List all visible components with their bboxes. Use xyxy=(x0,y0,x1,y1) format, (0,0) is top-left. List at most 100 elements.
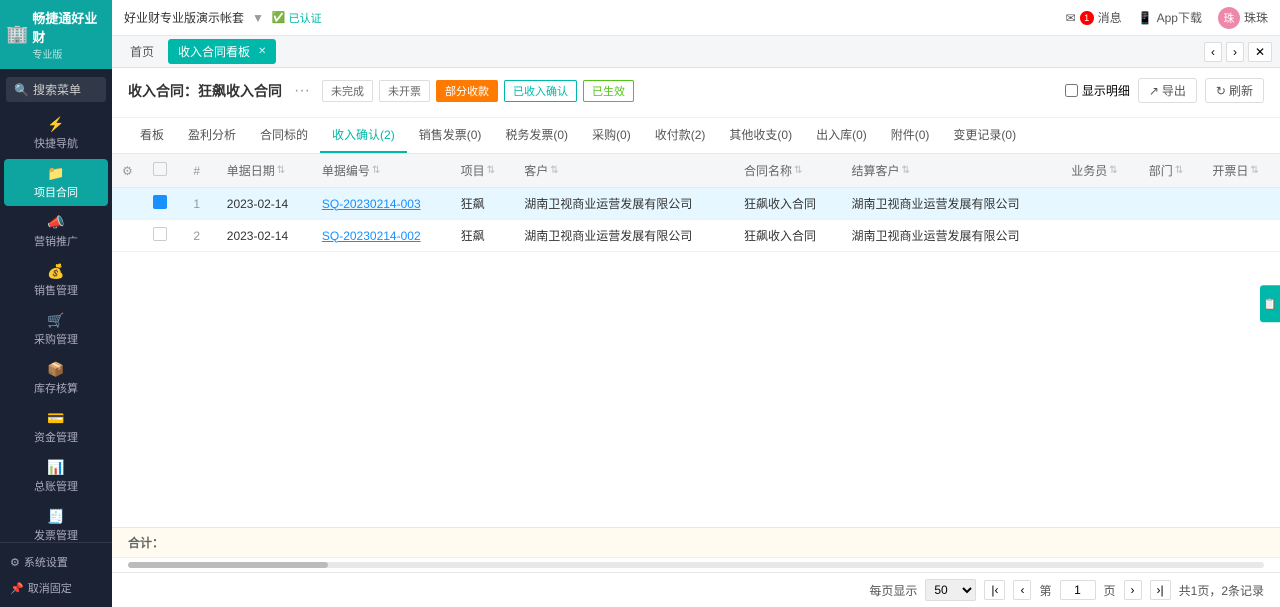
current-page-input[interactable]: 1 xyxy=(1060,580,1096,600)
tab-contract-board[interactable]: 收入合同看板 ✕ xyxy=(168,39,276,64)
tab-close-all-button[interactable]: ✕ xyxy=(1248,42,1272,62)
sidebar-item-label: 快捷导航 xyxy=(34,135,78,151)
row-checkbox[interactable] xyxy=(143,220,177,252)
side-action-icon: 📋 xyxy=(1264,297,1277,310)
th-open-date[interactable]: 开票日⇅ xyxy=(1202,154,1280,188)
prev-page-button[interactable]: ‹ xyxy=(1013,580,1031,600)
sub-tab-tax-invoice[interactable]: 税务发票(0) xyxy=(493,118,580,153)
more-icon[interactable]: ··· xyxy=(294,82,310,100)
scrollbar-track[interactable] xyxy=(128,562,1264,568)
megaphone-icon: 📣 xyxy=(47,214,64,231)
detail-checkbox-input[interactable] xyxy=(1065,84,1078,97)
sidebar-item-finance[interactable]: 💳 资金管理 xyxy=(4,404,108,451)
topbar-left: 好业财专业版演示帐套 ▼ ✅ 已认证 xyxy=(124,9,322,26)
sub-tab-other[interactable]: 其他收支(0) xyxy=(717,118,804,153)
sidebar-item-inventory[interactable]: 📦 库存核算 xyxy=(4,355,108,402)
status-tag-partial-payment[interactable]: 部分收款 xyxy=(436,80,498,102)
row-order-no[interactable]: SQ-20230214-003 xyxy=(312,188,451,220)
sidebar-item-settings[interactable]: ⚙ 系统设置 xyxy=(6,549,106,575)
per-page-select[interactable]: 50 100 200 xyxy=(925,579,976,601)
side-action-button[interactable]: 📋 xyxy=(1260,285,1280,322)
logo-icon: 🏢 xyxy=(6,24,28,45)
select-all-checkbox[interactable] xyxy=(153,162,167,176)
verified-badge: ✅ 已认证 xyxy=(272,10,322,26)
th-customer[interactable]: 客户⇅ xyxy=(514,154,734,188)
data-table: ⚙ # 单据日期⇅ 单据编号⇅ 项目⇅ 客户⇅ xyxy=(112,154,1280,252)
sub-tab-payment[interactable]: 收付款(2) xyxy=(643,118,718,153)
tab-close-icon[interactable]: ✕ xyxy=(258,46,266,57)
row-salesperson xyxy=(1061,220,1139,252)
sub-tab-revenue-confirm[interactable]: 收入确认(2) xyxy=(320,118,407,153)
company-name: 好业财专业版演示帐套 xyxy=(124,9,244,26)
th-project[interactable]: 项目⇅ xyxy=(451,154,515,188)
th-order-no[interactable]: 单据编号⇅ xyxy=(312,154,451,188)
sub-tab-board[interactable]: 看板 xyxy=(128,118,176,153)
tab-contract-board-label: 收入合同看板 xyxy=(178,43,250,60)
sidebar-item-label: 库存核算 xyxy=(34,380,78,396)
sub-tab-attachments[interactable]: 附件(0) xyxy=(879,118,942,153)
pagination-bar: 每页显示 50 100 200 |‹ ‹ 第 1 页 › ›| 共1页，2条记录 xyxy=(112,572,1280,607)
sidebar-item-sales[interactable]: 💰 销售管理 xyxy=(4,257,108,304)
tab-prev-button[interactable]: ‹ xyxy=(1204,42,1222,62)
row-check-input[interactable] xyxy=(153,227,167,241)
user-name: 珠珠 xyxy=(1244,9,1268,26)
refresh-button[interactable]: ↻ 刷新 xyxy=(1205,78,1264,103)
table-row[interactable]: 2 2023-02-14 SQ-20230214-002 狂飙 湖南卫视商业运营… xyxy=(112,220,1280,252)
scrollbar-thumb[interactable] xyxy=(128,562,328,568)
page-label-pre: 第 xyxy=(1039,582,1051,599)
row-order-no[interactable]: SQ-20230214-002 xyxy=(312,220,451,252)
message-badge: 1 xyxy=(1080,11,1094,25)
show-detail-checkbox[interactable]: 显示明细 xyxy=(1065,82,1130,99)
status-tag-uninvoiced[interactable]: 未开票 xyxy=(379,80,430,102)
message-button[interactable]: ✉ 1 消息 xyxy=(1066,9,1122,26)
dropdown-icon[interactable]: ▼ xyxy=(252,11,264,25)
order-link[interactable]: SQ-20230214-002 xyxy=(322,229,421,243)
th-settlement-customer[interactable]: 结算客户⇅ xyxy=(841,154,1061,188)
sub-tab-sales-invoice[interactable]: 销售发票(0) xyxy=(407,118,494,153)
sidebar-bottom-label: 取消固定 xyxy=(28,580,72,596)
table-row[interactable]: 1 2023-02-14 SQ-20230214-003 狂飙 湖南卫视商业运营… xyxy=(112,188,1280,220)
sub-tab-change-log[interactable]: 变更记录(0) xyxy=(941,118,1028,153)
first-page-button[interactable]: |‹ xyxy=(984,580,1005,600)
sidebar-item-ledger[interactable]: 📊 总账管理 xyxy=(4,453,108,500)
status-tag-effective[interactable]: 已生效 xyxy=(583,80,634,102)
sub-tab-purchase[interactable]: 采购(0) xyxy=(580,118,643,153)
sidebar-item-quick-nav[interactable]: ⚡ 快捷导航 xyxy=(4,110,108,157)
th-department[interactable]: 部门⇅ xyxy=(1139,154,1203,188)
next-page-button[interactable]: › xyxy=(1124,580,1142,600)
sub-tab-target[interactable]: 合同标的 xyxy=(248,118,320,153)
sidebar-item-project-contract[interactable]: 📁 项目合同 xyxy=(4,159,108,206)
th-setting[interactable]: ⚙ xyxy=(112,154,143,188)
sidebar-item-unpin[interactable]: 📌 取消固定 xyxy=(6,575,106,601)
search-menu-button[interactable]: 🔍 搜索菜单 xyxy=(6,77,106,102)
app-download-button[interactable]: 📱 App下载 xyxy=(1138,9,1202,26)
show-detail-label: 显示明细 xyxy=(1082,82,1130,99)
tab-next-button[interactable]: › xyxy=(1226,42,1244,62)
sort-icon: ⇅ xyxy=(372,165,380,176)
status-tag-confirmed[interactable]: 已收入确认 xyxy=(504,80,577,102)
total-pages-info: 共1页，2条记录 xyxy=(1179,582,1264,599)
last-page-button[interactable]: ›| xyxy=(1150,580,1171,600)
status-tag-incomplete[interactable]: 未完成 xyxy=(322,80,373,102)
horizontal-scrollbar[interactable] xyxy=(112,557,1280,572)
sidebar-item-marketing[interactable]: 📣 营销推广 xyxy=(4,208,108,255)
tab-home[interactable]: 首页 xyxy=(120,39,164,64)
sidebar-item-invoice[interactable]: 🧾 发票管理 xyxy=(4,502,108,542)
page-label-post: 页 xyxy=(1104,582,1116,599)
export-button[interactable]: ↗ 导出 xyxy=(1138,78,1197,103)
order-link[interactable]: SQ-20230214-003 xyxy=(322,197,421,211)
app-download-label: App下载 xyxy=(1157,9,1202,26)
user-avatar[interactable]: 珠 珠珠 xyxy=(1218,7,1268,29)
sub-tab-warehouse[interactable]: 出入库(0) xyxy=(804,118,879,153)
th-contract[interactable]: 合同名称⇅ xyxy=(734,154,842,188)
row-num: 1 xyxy=(177,188,217,220)
lightning-icon: ⚡ xyxy=(47,116,64,133)
sidebar-item-purchase[interactable]: 🛒 采购管理 xyxy=(4,306,108,353)
th-salesperson[interactable]: 业务员⇅ xyxy=(1061,154,1139,188)
sub-tab-profit[interactable]: 盈利分析 xyxy=(176,118,248,153)
th-date[interactable]: 单据日期⇅ xyxy=(217,154,312,188)
th-checkbox[interactable] xyxy=(143,154,177,188)
sidebar: 🏢 畅捷通好业财 专业版 🔍 搜索菜单 ⚡ 快捷导航 📁 项目合同 📣 营销推广… xyxy=(0,0,112,607)
row-checkbox[interactable] xyxy=(143,188,177,220)
row-check-input[interactable] xyxy=(153,195,167,209)
